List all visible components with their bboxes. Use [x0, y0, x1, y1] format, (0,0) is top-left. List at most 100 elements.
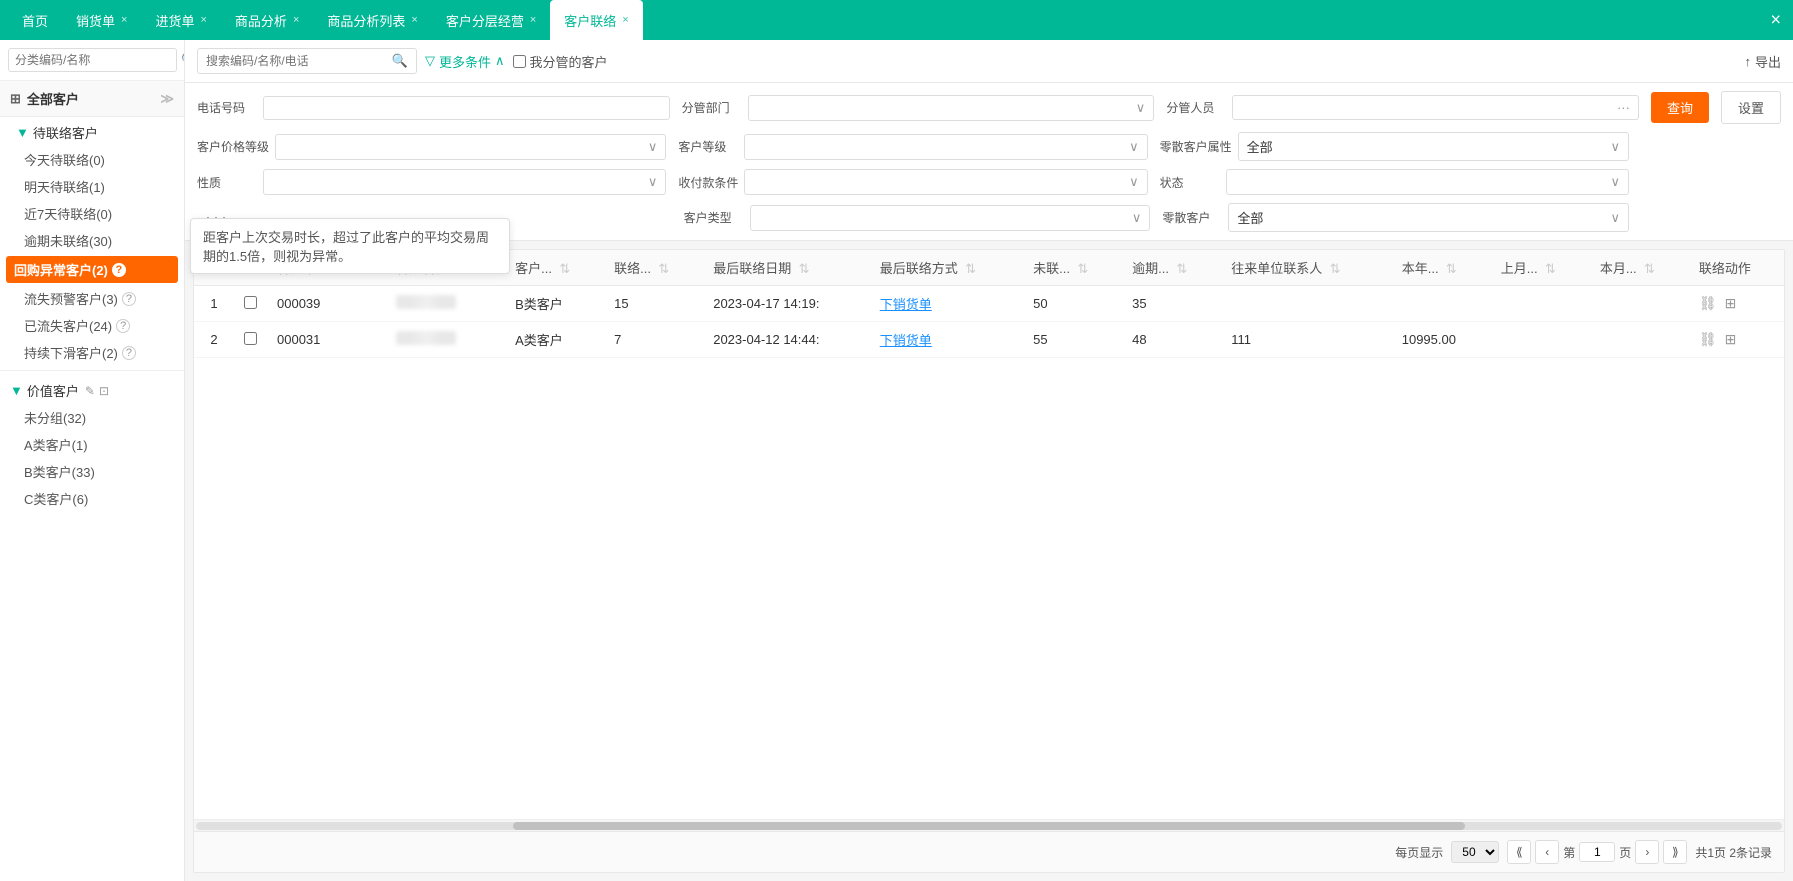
sidebar-item-repurchase-abnormal[interactable]: 回购异常客户(2) ?	[6, 256, 178, 283]
more-icon[interactable]: ⊡	[99, 384, 109, 398]
sidebar-group-value-customers[interactable]: ▼ 价值客户 ✎ ⊡	[0, 375, 184, 404]
page-size-select[interactable]: 50	[1451, 841, 1499, 863]
table-area: ⚙ 客户编码 ⇅ 客户名称 ⇅	[193, 249, 1785, 873]
filter-price-grade: 客户价格等级 ∨	[197, 134, 666, 160]
sort-icon[interactable]: ⇅	[1545, 261, 1556, 276]
close-icon[interactable]: ×	[200, 14, 206, 26]
dept-select[interactable]: ∨	[748, 95, 1155, 121]
more-icon: ···	[1617, 100, 1630, 115]
row-partner: 111	[1221, 322, 1392, 358]
sort-icon[interactable]: ⇅	[1077, 261, 1088, 276]
my-customers-check[interactable]	[513, 55, 526, 68]
edit-icon[interactable]: ✎	[85, 384, 95, 398]
nav-tab-sales[interactable]: 销货单 ×	[62, 0, 141, 40]
sort-icon[interactable]: ⇅	[1330, 261, 1341, 276]
info-icon: ?	[116, 319, 130, 333]
sidebar-group-pending[interactable]: ▼ 待联络客户	[0, 117, 184, 146]
row-grade: A类客户	[505, 322, 604, 358]
prev-page-button[interactable]: ‹	[1535, 840, 1559, 864]
horizontal-scrollbar[interactable]	[194, 819, 1784, 831]
nature-select[interactable]: ∨	[263, 169, 666, 195]
sort-icon[interactable]: ⇅	[1446, 261, 1457, 276]
sort-icon[interactable]: ⇅	[965, 261, 976, 276]
info-icon: ?	[122, 292, 136, 306]
col-grade: 客户... ⇅	[505, 250, 604, 286]
sidebar-search-input[interactable]	[8, 48, 177, 72]
tooltip: 距客户上次交易时长，超过了此客户的平均交易周期的1.5倍，则视为异常。	[190, 218, 510, 274]
row-select-checkbox[interactable]	[244, 332, 257, 345]
scroll-thumb[interactable]	[513, 822, 1465, 830]
row-last-month	[1491, 322, 1590, 358]
sort-icon[interactable]: ⇅	[1176, 261, 1187, 276]
table-wrapper[interactable]: ⚙ 客户编码 ⇅ 客户名称 ⇅	[194, 250, 1784, 819]
price-grade-select[interactable]: ∨	[275, 134, 666, 160]
phone-input[interactable]	[263, 96, 670, 120]
grid-action-icon[interactable]: ⊞	[1725, 331, 1737, 348]
window-close-button[interactable]: ×	[1770, 10, 1781, 31]
last-page-button[interactable]: ⟫	[1663, 840, 1687, 864]
close-icon[interactable]: ×	[411, 14, 417, 26]
chevron-down-icon: ∨	[1136, 100, 1146, 116]
close-icon[interactable]: ×	[293, 14, 299, 26]
sort-icon[interactable]: ⇅	[1644, 261, 1655, 276]
my-customers-checkbox[interactable]: 我分管的客户	[513, 52, 608, 71]
retail-attr-select[interactable]: 全部 ∨	[1238, 132, 1629, 161]
status-select[interactable]: ∨	[1226, 169, 1629, 195]
link-action-icon[interactable]: ⛓	[1699, 295, 1717, 312]
next-page-button[interactable]: ›	[1635, 840, 1659, 864]
sidebar-all-customers[interactable]: ⊞ 全部客户 ≫	[0, 81, 184, 117]
close-icon[interactable]: ×	[121, 14, 127, 26]
export-icon: ↑	[1744, 54, 1751, 69]
sidebar-item-today[interactable]: 今天待联络(0)	[0, 146, 184, 173]
manager-select[interactable]: ···	[1232, 95, 1639, 120]
search-icon[interactable]: 🔍	[392, 53, 408, 69]
export-button[interactable]: ↑ 导出	[1744, 52, 1781, 71]
more-conditions-button[interactable]: ▽ 更多条件 ∧	[425, 52, 505, 71]
sidebar-item-ungroup[interactable]: 未分组(32)	[0, 404, 184, 431]
nav-tab-customer-segment[interactable]: 客户分层经营 ×	[432, 0, 550, 40]
first-page-button[interactable]: ⟪	[1507, 840, 1531, 864]
sort-icon[interactable]: ⇅	[799, 261, 810, 276]
grid-icon: ⊞	[10, 91, 21, 107]
customer-grade-select[interactable]: ∨	[744, 134, 1147, 160]
filter-customer-type: 客户类型 ∨	[684, 205, 1151, 231]
col-this-year: 本年... ⇅	[1392, 250, 1491, 286]
payment-select[interactable]: ∨	[744, 169, 1147, 195]
nav-tab-customer-contact[interactable]: 客户联络 ×	[550, 0, 642, 40]
sidebar-item-declining[interactable]: 持续下滑客户(2) ?	[0, 339, 184, 366]
search-input[interactable]	[206, 54, 388, 68]
collapse-icon[interactable]: ≫	[160, 91, 174, 107]
row-actions: ⛓ ⊞	[1689, 322, 1784, 358]
nav-tab-analysis[interactable]: 商品分析 ×	[221, 0, 313, 40]
nav-tab-purchase[interactable]: 进货单 ×	[141, 0, 220, 40]
sidebar-item-tomorrow[interactable]: 明天待联络(1)	[0, 173, 184, 200]
col-actions: 联络动作	[1689, 250, 1784, 286]
query-button[interactable]: 查询	[1651, 92, 1709, 123]
nav-tab-home[interactable]: 首页	[8, 0, 62, 40]
blurred-name	[396, 331, 456, 345]
toolbar-right: ↑ 导出	[1744, 52, 1781, 71]
sidebar-item-b-class[interactable]: B类客户(33)	[0, 458, 184, 485]
close-icon[interactable]: ×	[530, 14, 536, 26]
row-select-checkbox[interactable]	[244, 296, 257, 309]
settings-button[interactable]: 设置	[1721, 91, 1781, 124]
sidebar-item-churn-warning[interactable]: 流失预警客户(3) ?	[0, 285, 184, 312]
sidebar-item-7days[interactable]: 近7天待联络(0)	[0, 200, 184, 227]
sort-icon[interactable]: ⇅	[658, 261, 669, 276]
retail-customer-select[interactable]: 全部 ∨	[1228, 203, 1629, 232]
page-navigation: ⟪ ‹ 第 页 › ⟫	[1507, 840, 1687, 864]
close-icon[interactable]: ×	[622, 14, 628, 26]
sidebar-item-c-class[interactable]: C类客户(6)	[0, 485, 184, 512]
chevron-down-icon: ∨	[1129, 174, 1139, 190]
sidebar-item-a-class[interactable]: A类客户(1)	[0, 431, 184, 458]
nav-tab-analysis-list[interactable]: 商品分析列表 ×	[313, 0, 431, 40]
sort-icon[interactable]: ⇅	[559, 261, 570, 276]
link-action-icon[interactable]: ⛓	[1699, 331, 1717, 348]
sidebar-item-overdue[interactable]: 逾期未联络(30)	[0, 227, 184, 254]
page-number-input[interactable]	[1579, 842, 1615, 862]
content-area: 🔍 ▽ 更多条件 ∧ 我分管的客户 ↑ 导出	[185, 40, 1793, 881]
chevron-down-icon: ∨	[1611, 210, 1621, 226]
sidebar-item-lost-customers[interactable]: 已流失客户(24) ?	[0, 312, 184, 339]
customer-type-select[interactable]: ∨	[750, 205, 1151, 231]
grid-action-icon[interactable]: ⊞	[1725, 295, 1737, 312]
